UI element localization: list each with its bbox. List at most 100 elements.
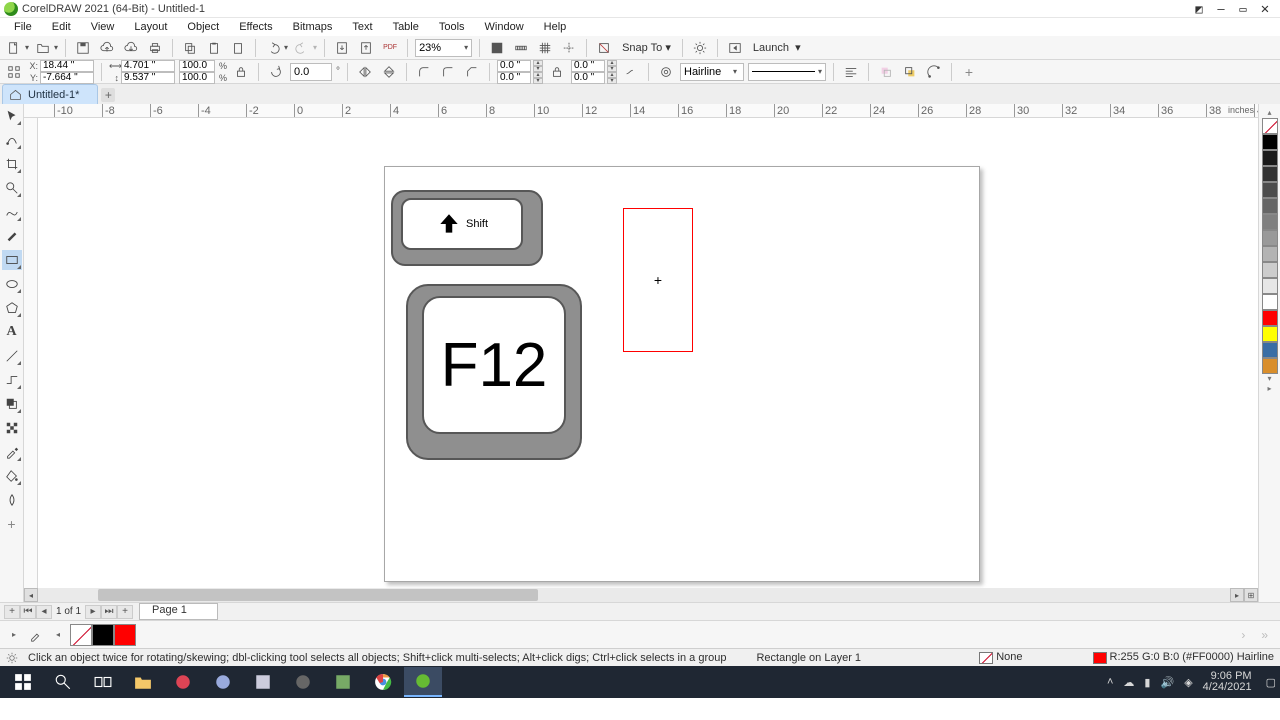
zoom-input[interactable] xyxy=(419,42,461,54)
start-button[interactable] xyxy=(4,667,42,697)
import-button[interactable] xyxy=(332,38,352,58)
eyedropper-add-icon[interactable] xyxy=(26,625,46,645)
swatch-none[interactable] xyxy=(1262,118,1278,134)
menu-edit[interactable]: Edit xyxy=(42,19,81,35)
doc-tab-untitled[interactable]: Untitled-1* + xyxy=(2,84,98,104)
menu-view[interactable]: View xyxy=(81,19,125,35)
relative-corner-button[interactable] xyxy=(621,62,641,82)
x-input[interactable] xyxy=(40,60,94,72)
print-button[interactable] xyxy=(145,38,165,58)
menu-text[interactable]: Text xyxy=(342,19,382,35)
swatch[interactable] xyxy=(1262,358,1278,374)
grid-button[interactable] xyxy=(535,38,555,58)
swatch[interactable] xyxy=(1262,134,1278,150)
navigator-button[interactable]: ⊞ xyxy=(1244,588,1258,602)
swatch[interactable] xyxy=(1262,262,1278,278)
palette-flyout-button[interactable]: ▸ xyxy=(1267,384,1271,394)
clipboard-button[interactable] xyxy=(228,38,248,58)
menu-help[interactable]: Help xyxy=(534,19,577,35)
menu-tools[interactable]: Tools xyxy=(429,19,475,35)
tray-chevron-icon[interactable]: ˄ xyxy=(1107,676,1113,688)
taskbar-app4[interactable] xyxy=(284,667,322,697)
fullscreen-button[interactable] xyxy=(487,38,507,58)
palette-up-button[interactable]: ▴ xyxy=(1267,108,1271,118)
ellipse-tool[interactable] xyxy=(2,274,22,294)
doc-swatch[interactable] xyxy=(92,624,114,646)
paste-button[interactable] xyxy=(204,38,224,58)
redo-button[interactable] xyxy=(292,38,312,58)
first-page-button[interactable]: ⏮ xyxy=(20,605,36,619)
tray-notifications-icon[interactable]: ▢ xyxy=(1266,676,1276,689)
status-gear-icon[interactable] xyxy=(6,652,18,664)
connector-tool[interactable] xyxy=(2,370,22,390)
swatch[interactable] xyxy=(1262,182,1278,198)
swatch[interactable] xyxy=(1262,230,1278,246)
lock-ratio-button[interactable] xyxy=(231,62,251,82)
horizontal-ruler[interactable]: inches -10-8-6-4-20246810121416182022242… xyxy=(24,104,1258,118)
zoom-combo[interactable]: ▾ xyxy=(415,39,472,57)
rulers-button[interactable] xyxy=(511,38,531,58)
minimize-button[interactable]: — xyxy=(1210,2,1232,16)
docpal-expand-button[interactable]: » xyxy=(1255,628,1274,642)
page-tab[interactable]: Page 1 xyxy=(139,603,218,620)
corner-tr-input[interactable] xyxy=(571,60,605,72)
text-tool[interactable]: A xyxy=(2,322,22,342)
close-button[interactable]: ✕ xyxy=(1254,2,1276,16)
outline-width-combo[interactable]: ▾ xyxy=(680,63,744,81)
taskbar-coreldraw[interactable] xyxy=(404,667,442,697)
docpal-left-button[interactable]: ◂ xyxy=(50,630,66,639)
fill-tool[interactable] xyxy=(2,466,22,486)
snap-off-button[interactable] xyxy=(594,38,614,58)
menu-file[interactable]: File xyxy=(4,19,42,35)
new-button[interactable] xyxy=(4,38,24,58)
open-button[interactable] xyxy=(33,38,53,58)
eyedropper-tool[interactable] xyxy=(2,442,22,462)
selected-rectangle[interactable]: + xyxy=(623,208,693,352)
swatch[interactable] xyxy=(1262,246,1278,262)
scroll-right-button[interactable]: ▸ xyxy=(1230,588,1244,602)
swatch[interactable] xyxy=(1262,326,1278,342)
shape-tool[interactable] xyxy=(2,130,22,150)
vertical-ruler[interactable] xyxy=(24,118,38,588)
f12-key-graphic[interactable]: F12 xyxy=(406,284,582,460)
export-button[interactable] xyxy=(356,38,376,58)
polygon-tool[interactable] xyxy=(2,298,22,318)
wrap-text-button[interactable] xyxy=(841,62,861,82)
tray-wifi-icon[interactable]: ◈ xyxy=(1184,676,1192,689)
h-input[interactable] xyxy=(121,72,175,84)
snap-to-label[interactable]: Snap To ▾ xyxy=(618,41,675,54)
menu-object[interactable]: Object xyxy=(177,19,229,35)
scroll-left-button[interactable]: ◂ xyxy=(24,588,38,602)
swatch[interactable] xyxy=(1262,150,1278,166)
corner-tl-input[interactable] xyxy=(497,60,531,72)
doc-swatch[interactable] xyxy=(114,624,136,646)
menu-layout[interactable]: Layout xyxy=(124,19,177,35)
outline-width-input[interactable] xyxy=(684,66,730,78)
scroll-thumb[interactable] xyxy=(98,589,538,601)
corner-scallop-icon[interactable] xyxy=(438,62,458,82)
swatch[interactable] xyxy=(1262,166,1278,182)
add-page-button[interactable]: + xyxy=(4,605,20,619)
taskbar-chrome[interactable] xyxy=(364,667,402,697)
guidelines-button[interactable] xyxy=(559,38,579,58)
horizontal-scrollbar[interactable]: ◂ ▸ ⊞ xyxy=(24,588,1258,602)
viewport[interactable]: Shift F12 + xyxy=(24,118,1258,588)
menu-bitmaps[interactable]: Bitmaps xyxy=(283,19,343,35)
palette-down-button[interactable]: ▾ xyxy=(1267,374,1271,384)
shift-key-graphic[interactable]: Shift xyxy=(391,190,543,266)
menu-window[interactable]: Window xyxy=(475,19,534,35)
sx-input[interactable] xyxy=(179,60,215,72)
task-view-button[interactable] xyxy=(84,667,122,697)
parallel-dim-tool[interactable] xyxy=(2,346,22,366)
mirror-h-button[interactable] xyxy=(355,62,375,82)
swatch[interactable] xyxy=(1262,294,1278,310)
rectangle-tool[interactable] xyxy=(2,250,22,270)
save-button[interactable] xyxy=(73,38,93,58)
cloud-up-icon[interactable] xyxy=(97,38,117,58)
system-tray[interactable]: ˄ ☁ ▮ 🔊 ◈ 9:06 PM 4/24/2021 ▢ xyxy=(1107,671,1276,693)
undo-button[interactable] xyxy=(263,38,283,58)
swatch[interactable] xyxy=(1262,310,1278,326)
taskbar-app3[interactable] xyxy=(244,667,282,697)
add-preset-button[interactable]: + xyxy=(959,62,979,82)
new-tab-button[interactable]: + xyxy=(101,88,115,102)
